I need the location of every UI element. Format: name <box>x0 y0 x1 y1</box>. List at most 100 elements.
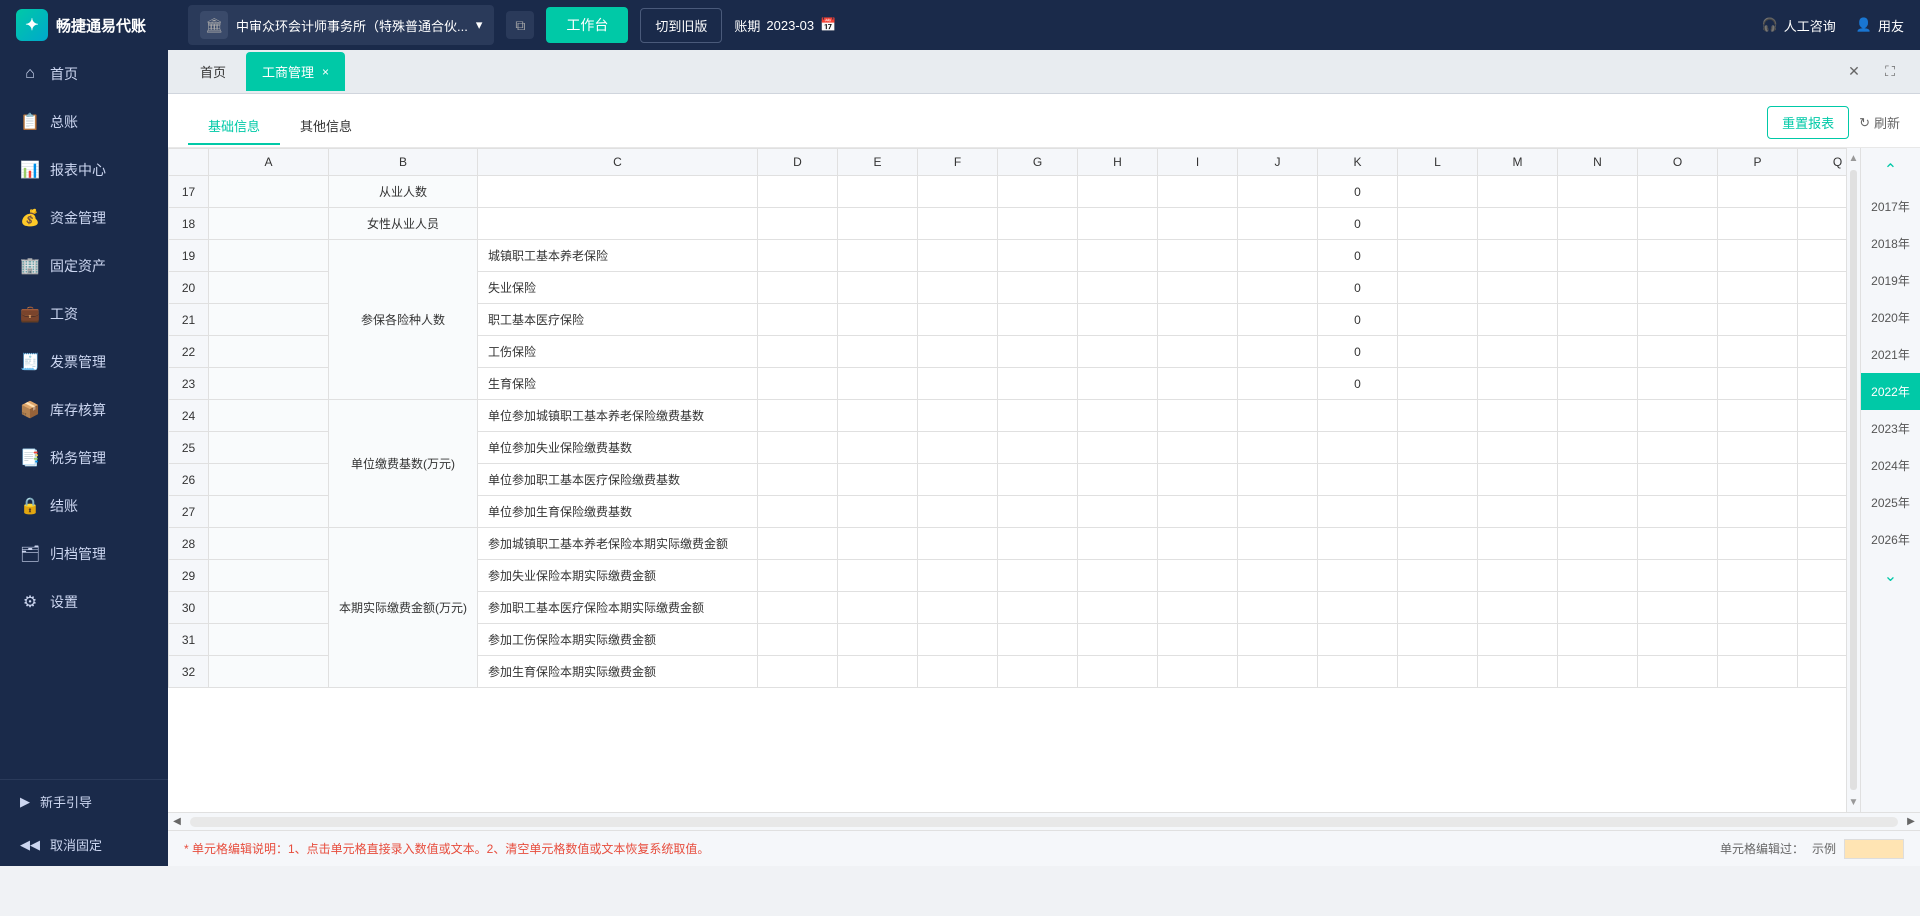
cell-21-c[interactable]: 职工基本医疗保险 <box>478 304 758 336</box>
cell-26-q[interactable] <box>1798 464 1847 496</box>
cell-24-l[interactable] <box>1398 400 1478 432</box>
cell-29-p[interactable] <box>1718 560 1798 592</box>
cell-29-g[interactable] <box>998 560 1078 592</box>
cell-17-l[interactable] <box>1398 176 1478 208</box>
user-area[interactable]: 👤 用友 <box>1856 16 1904 35</box>
cell-26-j[interactable] <box>1238 464 1318 496</box>
cell-30-m[interactable] <box>1478 592 1558 624</box>
cell-29-c[interactable]: 参加失业保险本期实际缴费金额 <box>478 560 758 592</box>
cell-31-o[interactable] <box>1638 624 1718 656</box>
cell-28-m[interactable] <box>1478 528 1558 560</box>
cell-31-e[interactable] <box>838 624 918 656</box>
cell-29-l[interactable] <box>1398 560 1478 592</box>
cell-23-j[interactable] <box>1238 368 1318 400</box>
year-2024[interactable]: 2024年 <box>1861 447 1920 484</box>
spreadsheet-wrapper[interactable]: A B C D E F G H I J K L M <box>168 148 1846 812</box>
cell-18-a[interactable] <box>209 208 329 240</box>
cell-19-b[interactable]: 参保各险种人数 <box>329 240 478 400</box>
cell-20-l[interactable] <box>1398 272 1478 304</box>
cell-25-j[interactable] <box>1238 432 1318 464</box>
cell-20-d[interactable] <box>758 272 838 304</box>
cell-21-i[interactable] <box>1158 304 1238 336</box>
cell-28-e[interactable] <box>838 528 918 560</box>
cell-19-a[interactable] <box>209 240 329 272</box>
cell-22-m[interactable] <box>1478 336 1558 368</box>
cell-26-f[interactable] <box>918 464 998 496</box>
cell-32-e[interactable] <box>838 656 918 688</box>
cell-24-o[interactable] <box>1638 400 1718 432</box>
cell-26-e[interactable] <box>838 464 918 496</box>
sidebar-item-ledger[interactable]: 📋 总账 <box>0 98 168 146</box>
company-selector[interactable]: 🏛 中审众环会计师事务所（特殊普通合伙... ▾ <box>188 5 494 45</box>
cell-22-o[interactable] <box>1638 336 1718 368</box>
horizontal-scrollbar[interactable]: ◀ ▶ <box>168 812 1920 830</box>
cell-22-q[interactable] <box>1798 336 1847 368</box>
cell-20-k[interactable]: 0 <box>1318 272 1398 304</box>
cell-23-m[interactable] <box>1478 368 1558 400</box>
sidebar-item-assets[interactable]: 🏢 固定资产 <box>0 242 168 290</box>
cell-28-a[interactable] <box>209 528 329 560</box>
cell-27-h[interactable] <box>1078 496 1158 528</box>
cell-29-i[interactable] <box>1158 560 1238 592</box>
year-2019[interactable]: 2019年 <box>1861 262 1920 299</box>
cell-27-f[interactable] <box>918 496 998 528</box>
cell-32-g[interactable] <box>998 656 1078 688</box>
cell-30-q[interactable] <box>1798 592 1847 624</box>
cell-20-p[interactable] <box>1718 272 1798 304</box>
cell-25-k[interactable] <box>1318 432 1398 464</box>
cell-31-j[interactable] <box>1238 624 1318 656</box>
cell-25-q[interactable] <box>1798 432 1847 464</box>
cell-26-p[interactable] <box>1718 464 1798 496</box>
cell-24-e[interactable] <box>838 400 918 432</box>
cell-30-p[interactable] <box>1718 592 1798 624</box>
cell-31-d[interactable] <box>758 624 838 656</box>
cell-27-g[interactable] <box>998 496 1078 528</box>
cell-26-a[interactable] <box>209 464 329 496</box>
cell-24-p[interactable] <box>1718 400 1798 432</box>
cell-23-p[interactable] <box>1718 368 1798 400</box>
cell-32-j[interactable] <box>1238 656 1318 688</box>
cell-21-e[interactable] <box>838 304 918 336</box>
tab-close-icon[interactable]: × <box>322 65 329 79</box>
cell-28-c[interactable]: 参加城镇职工基本养老保险本期实际缴费金额 <box>478 528 758 560</box>
old-version-button[interactable]: 切到旧版 <box>640 8 722 43</box>
cell-30-l[interactable] <box>1398 592 1478 624</box>
sidebar-item-finance[interactable]: 💰 资金管理 <box>0 194 168 242</box>
cell-24-m[interactable] <box>1478 400 1558 432</box>
cell-24-c[interactable]: 单位参加城镇职工基本养老保险缴费基数 <box>478 400 758 432</box>
cell-28-h[interactable] <box>1078 528 1158 560</box>
year-2023[interactable]: 2023年 <box>1861 410 1920 447</box>
cell-21-d[interactable] <box>758 304 838 336</box>
scroll-down-icon[interactable]: ▼ <box>1847 792 1860 812</box>
cell-25-a[interactable] <box>209 432 329 464</box>
cell-17-m[interactable] <box>1478 176 1558 208</box>
cell-18-n[interactable] <box>1558 208 1638 240</box>
cell-22-j[interactable] <box>1238 336 1318 368</box>
cell-22-l[interactable] <box>1398 336 1478 368</box>
cell-20-o[interactable] <box>1638 272 1718 304</box>
cell-28-k[interactable] <box>1318 528 1398 560</box>
cell-25-d[interactable] <box>758 432 838 464</box>
cell-21-g[interactable] <box>998 304 1078 336</box>
cell-19-l[interactable] <box>1398 240 1478 272</box>
cell-25-f[interactable] <box>918 432 998 464</box>
cell-22-a[interactable] <box>209 336 329 368</box>
cell-17-g[interactable] <box>998 176 1078 208</box>
cell-20-c[interactable]: 失业保险 <box>478 272 758 304</box>
cell-20-f[interactable] <box>918 272 998 304</box>
cell-19-n[interactable] <box>1558 240 1638 272</box>
tab-bizinfo[interactable]: 工商管理 × <box>246 52 345 91</box>
cell-23-q[interactable] <box>1798 368 1847 400</box>
cell-26-d[interactable] <box>758 464 838 496</box>
cell-32-f[interactable] <box>918 656 998 688</box>
cell-28-f[interactable] <box>918 528 998 560</box>
cell-30-d[interactable] <box>758 592 838 624</box>
cell-17-n[interactable] <box>1558 176 1638 208</box>
cell-31-q[interactable] <box>1798 624 1847 656</box>
cell-17-k[interactable]: 0 <box>1318 176 1398 208</box>
cell-24-f[interactable] <box>918 400 998 432</box>
cell-17-d[interactable] <box>758 176 838 208</box>
cell-21-p[interactable] <box>1718 304 1798 336</box>
cell-19-j[interactable] <box>1238 240 1318 272</box>
cell-28-n[interactable] <box>1558 528 1638 560</box>
